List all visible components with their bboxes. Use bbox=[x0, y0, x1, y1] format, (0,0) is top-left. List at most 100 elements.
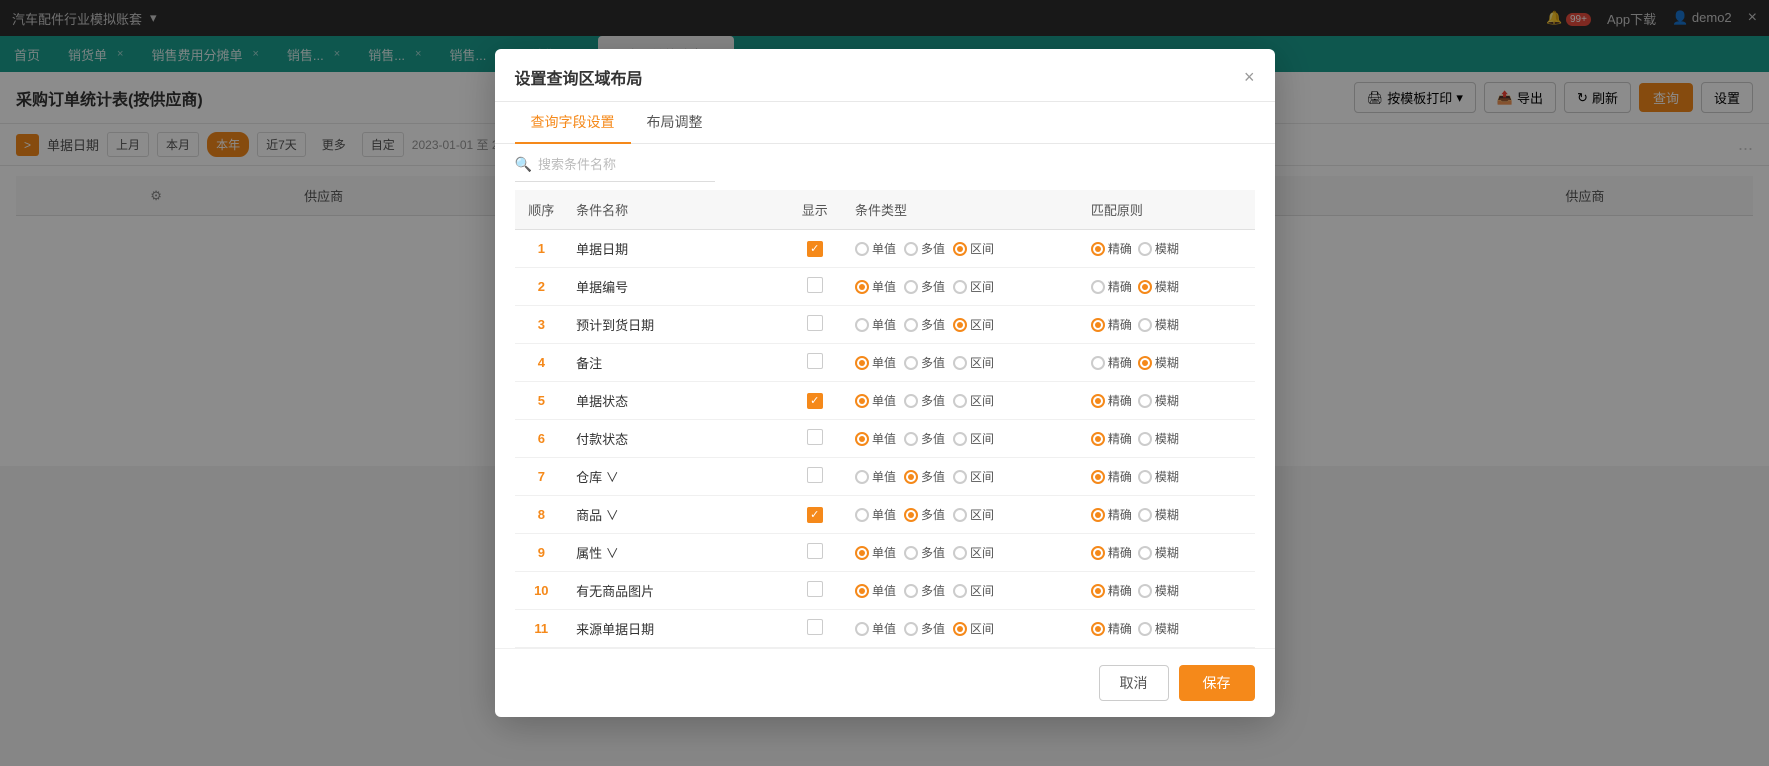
checkbox[interactable] bbox=[807, 429, 823, 445]
cond-type-option[interactable]: 多值 bbox=[904, 316, 945, 333]
checkbox[interactable] bbox=[807, 353, 823, 369]
checkbox[interactable]: ✓ bbox=[807, 507, 823, 523]
row-order: 1 bbox=[515, 230, 569, 268]
row-match-rule: 精确模糊 bbox=[1083, 572, 1255, 610]
cond-type-option[interactable]: 单值 bbox=[855, 354, 896, 371]
dialog-search-area: 🔍 bbox=[495, 144, 1275, 182]
match-rule-option[interactable]: 精确 bbox=[1091, 544, 1132, 561]
dialog-footer: 取消 保存 bbox=[495, 648, 1275, 717]
match-rule-option[interactable]: 模糊 bbox=[1138, 278, 1179, 295]
cond-type-option[interactable]: 多值 bbox=[904, 620, 945, 637]
match-rule-option[interactable]: 精确 bbox=[1091, 316, 1132, 333]
radio-dot bbox=[855, 318, 869, 332]
checkbox[interactable] bbox=[807, 277, 823, 293]
match-rule-option[interactable]: 模糊 bbox=[1138, 354, 1179, 371]
cond-type-option[interactable]: 区间 bbox=[953, 240, 994, 257]
match-rule-option[interactable]: 模糊 bbox=[1138, 544, 1179, 561]
match-rule-option[interactable]: 模糊 bbox=[1138, 468, 1179, 485]
cond-type-option[interactable]: 区间 bbox=[953, 506, 994, 523]
match-rule-option[interactable]: 精确 bbox=[1091, 278, 1132, 295]
dialog-close-btn[interactable]: × bbox=[1244, 68, 1255, 86]
row-display-checkbox[interactable] bbox=[783, 458, 847, 496]
row-match-rule: 精确模糊 bbox=[1083, 230, 1255, 268]
save-btn[interactable]: 保存 bbox=[1179, 665, 1255, 701]
cond-type-option[interactable]: 单值 bbox=[855, 544, 896, 561]
cond-type-option[interactable]: 单值 bbox=[855, 620, 896, 637]
cond-type-option[interactable]: 区间 bbox=[953, 620, 994, 637]
dialog-tab-field-settings[interactable]: 查询字段设置 bbox=[515, 102, 631, 144]
cond-type-option[interactable]: 单值 bbox=[855, 430, 896, 447]
table-row: 4备注单值多值区间精确模糊 bbox=[515, 344, 1255, 382]
match-rule-option[interactable]: 精确 bbox=[1091, 430, 1132, 447]
radio-dot bbox=[904, 584, 918, 598]
match-rule-option[interactable]: 模糊 bbox=[1138, 392, 1179, 409]
row-display-checkbox[interactable] bbox=[783, 534, 847, 572]
checkbox[interactable] bbox=[807, 467, 823, 483]
cond-type-option[interactable]: 多值 bbox=[904, 278, 945, 295]
cond-type-option[interactable]: 多值 bbox=[904, 582, 945, 599]
cond-type-option[interactable]: 多值 bbox=[904, 354, 945, 371]
row-display-checkbox[interactable]: ✓ bbox=[783, 230, 847, 268]
cond-type-option[interactable]: 多值 bbox=[904, 506, 945, 523]
cond-type-option[interactable]: 多值 bbox=[904, 392, 945, 409]
cond-type-option[interactable]: 区间 bbox=[953, 392, 994, 409]
cancel-btn[interactable]: 取消 bbox=[1099, 665, 1169, 701]
radio-dot bbox=[953, 394, 967, 408]
radio-dot bbox=[1138, 242, 1152, 256]
cond-type-option[interactable]: 区间 bbox=[953, 582, 994, 599]
match-rule-option[interactable]: 精确 bbox=[1091, 354, 1132, 371]
search-input[interactable] bbox=[538, 157, 698, 172]
cond-type-option[interactable]: 多值 bbox=[904, 468, 945, 485]
match-rule-option[interactable]: 精确 bbox=[1091, 506, 1132, 523]
match-rule-option[interactable]: 精确 bbox=[1091, 240, 1132, 257]
match-rule-option[interactable]: 精确 bbox=[1091, 620, 1132, 637]
cond-type-option[interactable]: 多值 bbox=[904, 430, 945, 447]
match-rule-option[interactable]: 模糊 bbox=[1138, 506, 1179, 523]
dialog-tab-layout-adjust[interactable]: 布局调整 bbox=[631, 102, 719, 144]
match-rule-option[interactable]: 模糊 bbox=[1138, 240, 1179, 257]
match-rule-option[interactable]: 模糊 bbox=[1138, 582, 1179, 599]
checkbox[interactable]: ✓ bbox=[807, 393, 823, 409]
checkbox[interactable] bbox=[807, 619, 823, 635]
cond-type-option[interactable]: 区间 bbox=[953, 544, 994, 561]
cond-type-option[interactable]: 区间 bbox=[953, 354, 994, 371]
row-name: 属性 ∨ bbox=[568, 534, 782, 572]
cond-type-option[interactable]: 单值 bbox=[855, 392, 896, 409]
checkbox[interactable]: ✓ bbox=[807, 241, 823, 257]
cond-type-option[interactable]: 单值 bbox=[855, 316, 896, 333]
row-display-checkbox[interactable]: ✓ bbox=[783, 496, 847, 534]
cond-type-option[interactable]: 单值 bbox=[855, 582, 896, 599]
cond-type-option[interactable]: 区间 bbox=[953, 316, 994, 333]
row-display-checkbox[interactable] bbox=[783, 572, 847, 610]
match-rule-option[interactable]: 模糊 bbox=[1138, 430, 1179, 447]
cond-type-option[interactable]: 多值 bbox=[904, 544, 945, 561]
checkbox[interactable] bbox=[807, 543, 823, 559]
cond-type-option[interactable]: 区间 bbox=[953, 278, 994, 295]
cond-type-option[interactable]: 多值 bbox=[904, 240, 945, 257]
cond-type-option[interactable]: 区间 bbox=[953, 468, 994, 485]
row-display-checkbox[interactable] bbox=[783, 610, 847, 648]
match-rule-option[interactable]: 精确 bbox=[1091, 582, 1132, 599]
radio-dot bbox=[1138, 356, 1152, 370]
row-match-rule: 精确模糊 bbox=[1083, 306, 1255, 344]
match-rule-option[interactable]: 模糊 bbox=[1138, 316, 1179, 333]
cond-type-option[interactable]: 单值 bbox=[855, 278, 896, 295]
match-rule-option[interactable]: 精确 bbox=[1091, 392, 1132, 409]
checkbox[interactable] bbox=[807, 581, 823, 597]
radio-dot bbox=[904, 546, 918, 560]
radio-dot bbox=[953, 318, 967, 332]
cond-type-option[interactable]: 单值 bbox=[855, 506, 896, 523]
cond-type-option[interactable]: 单值 bbox=[855, 468, 896, 485]
row-display-checkbox[interactable] bbox=[783, 306, 847, 344]
cond-type-option[interactable]: 区间 bbox=[953, 430, 994, 447]
row-display-checkbox[interactable] bbox=[783, 344, 847, 382]
row-display-checkbox[interactable] bbox=[783, 420, 847, 458]
match-rule-option[interactable]: 模糊 bbox=[1138, 620, 1179, 637]
checkbox[interactable] bbox=[807, 315, 823, 331]
radio-dot bbox=[855, 622, 869, 636]
cond-type-option[interactable]: 单值 bbox=[855, 240, 896, 257]
match-rule-option[interactable]: 精确 bbox=[1091, 468, 1132, 485]
row-display-checkbox[interactable]: ✓ bbox=[783, 382, 847, 420]
row-cond-type: 单值多值区间 bbox=[847, 534, 1083, 572]
row-display-checkbox[interactable] bbox=[783, 268, 847, 306]
